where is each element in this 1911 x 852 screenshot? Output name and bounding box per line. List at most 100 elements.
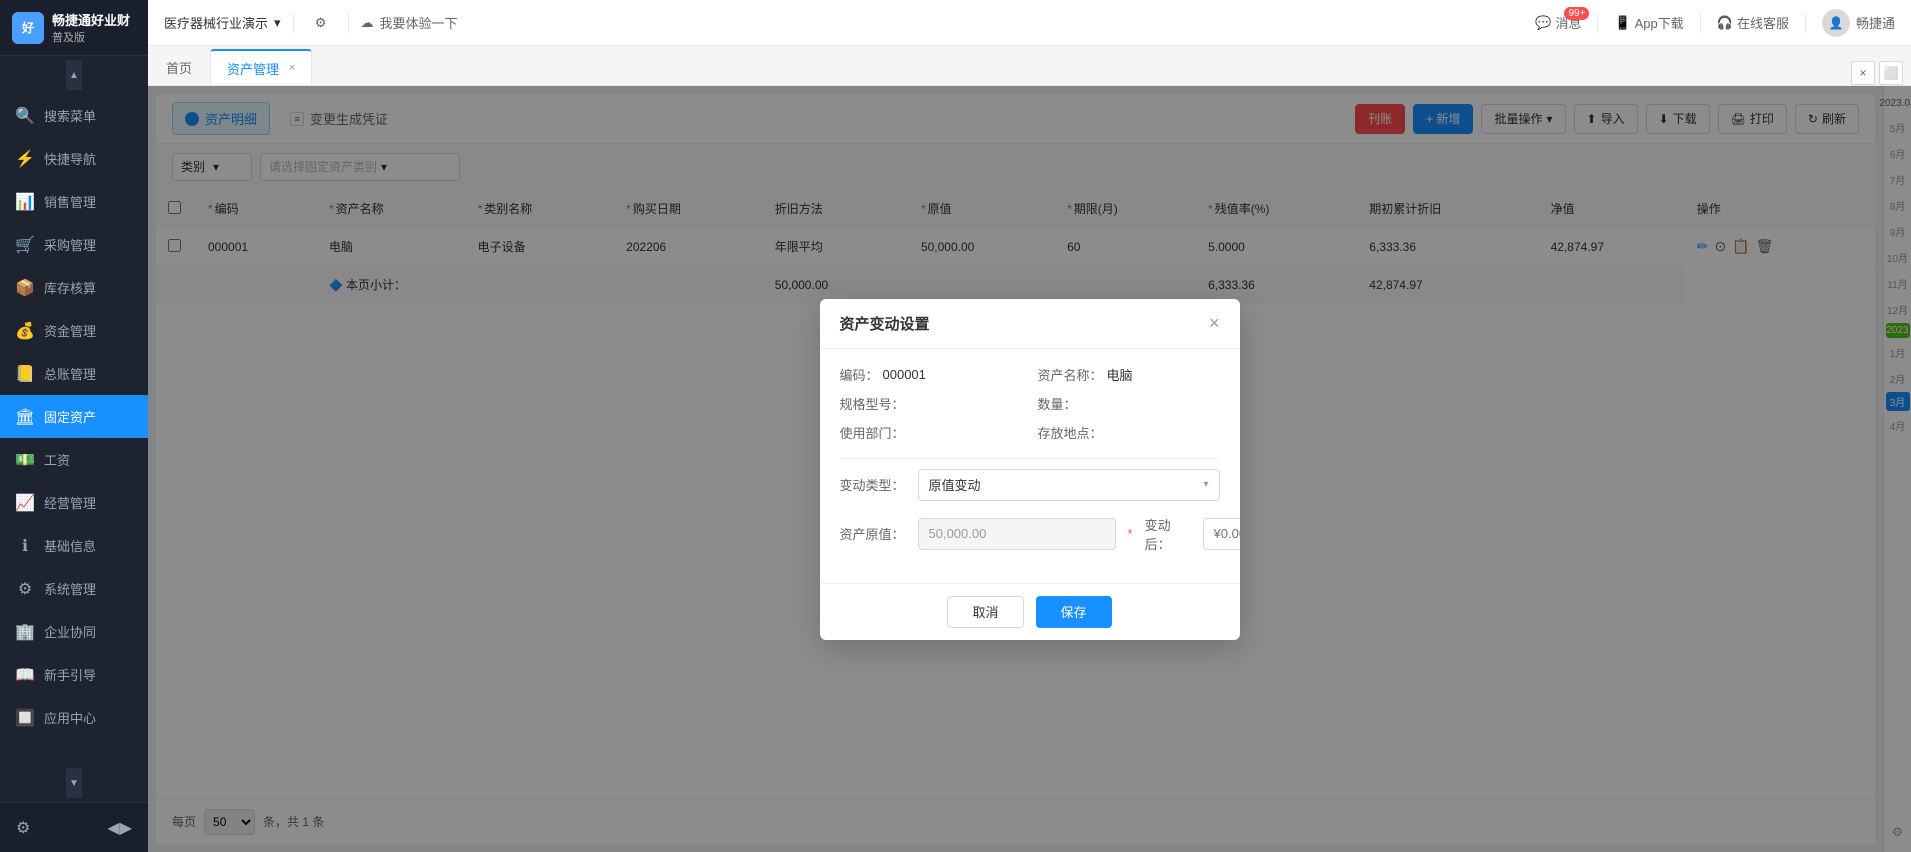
system-icon: ⚙ [16, 580, 34, 598]
online-service-btn[interactable]: 🎧 在线客服 [1717, 13, 1789, 32]
operation-icon: 📈 [16, 494, 34, 512]
tab-close-icon[interactable]: × [289, 62, 295, 74]
sidebar-item-payroll[interactable]: 💵 工资 [0, 438, 148, 481]
experience-text: 我要体验一下 [380, 13, 458, 32]
change-type-select[interactable]: 原值变动 ▾ [918, 469, 1220, 501]
app-download-icon: 📱 [1614, 15, 1630, 31]
guide-icon: 📖 [16, 666, 34, 684]
cancel-button[interactable]: 取消 [947, 596, 1023, 628]
service-icon: 🎧 [1717, 15, 1733, 31]
sidebar-item-sales[interactable]: 📊 销售管理 [0, 180, 148, 223]
spec-label: 规格型号： [840, 394, 905, 413]
code-label: 编码： [840, 365, 879, 384]
sidebar-nav: 🔍 搜索菜单 ⚡ 快捷导航 📊 销售管理 🛒 采购管理 📦 库存核算 💰 [0, 94, 148, 764]
message-icon: 💬 [1535, 15, 1551, 31]
settings-gear-icon[interactable]: ⚙ [16, 818, 30, 838]
modal-code-field: 编码： 000001 [840, 365, 1022, 384]
sidebar-item-inventory[interactable]: 📦 库存核算 [0, 266, 148, 309]
fixed-asset-icon: 🏛 [16, 408, 34, 426]
sidebar-item-enterprise[interactable]: 🏢 企业协同 [0, 610, 148, 653]
change-type-label: 变动类型： [840, 475, 910, 494]
app-download-btn[interactable]: 📱 App下载 [1614, 13, 1683, 32]
top-bar-divider-3 [1597, 13, 1598, 33]
sidebar-item-purchase[interactable]: 🛒 采购管理 [0, 223, 148, 266]
quantity-label: 数量： [1038, 394, 1077, 413]
inventory-icon: 📦 [16, 279, 34, 297]
tab-home[interactable]: 首页 [150, 49, 208, 85]
username: 畅捷通 [1856, 13, 1895, 32]
original-value-row: 资产原值： * 变动后： [840, 515, 1220, 553]
app-logo: 好 畅捷通好业财 普及版 [0, 0, 148, 56]
main-content: 医疗器械行业演示 ▾ ⚙ ☁ 我要体验一下 💬 消息 99+ 📱 App下载 [148, 0, 1911, 852]
after-value-input[interactable] [1203, 518, 1240, 550]
change-type-dropdown-icon: ▾ [1203, 479, 1208, 490]
tab-home-label: 首页 [166, 58, 192, 77]
sidebar-item-basic-info[interactable]: ℹ 基础信息 [0, 524, 148, 567]
code-value: 000001 [883, 367, 926, 382]
tab-controls: × ⬜ [1843, 61, 1911, 85]
original-value-input [918, 518, 1116, 550]
sidebar-item-ledger[interactable]: 📒 总账管理 [0, 352, 148, 395]
logo-text: 畅捷通好业财 普及版 [52, 10, 130, 45]
app-center-icon: 🔲 [16, 709, 34, 727]
top-bar-right: 💬 消息 99+ 📱 App下载 🎧 在线客服 👤 畅捷通 [1535, 9, 1895, 37]
sidebar-item-guide[interactable]: 📖 新手引导 [0, 653, 148, 696]
required-star: * [1128, 526, 1133, 541]
user-menu[interactable]: 👤 畅捷通 [1822, 9, 1895, 37]
modal-location-field: 存放地点： [1038, 423, 1220, 442]
scroll-up-btn[interactable]: ▲ [66, 60, 82, 90]
modal-info-grid: 编码： 000001 资产名称： 电脑 规格型号： [840, 365, 1220, 442]
sidebar: 好 畅捷通好业财 普及版 ▲ 🔍 搜索菜单 ⚡ 快捷导航 📊 销售管理 [0, 0, 148, 852]
purchase-icon: 🛒 [16, 236, 34, 254]
sales-icon: 📊 [16, 193, 34, 211]
page-content: 资产明细 ≡ 变更生成凭证 刊账 + 新增 批量 [148, 86, 1911, 852]
company-name: 医疗器械行业演示 [164, 13, 268, 32]
modal-body: 编码： 000001 资产名称： 电脑 规格型号： [820, 349, 1240, 583]
after-label: 变动后： [1145, 515, 1195, 553]
sidebar-item-system[interactable]: ⚙ 系统管理 [0, 567, 148, 610]
app-download-label: App下载 [1635, 13, 1684, 32]
modal-close-btn[interactable]: × [1209, 313, 1220, 334]
tab-minimize-btn[interactable]: × [1851, 61, 1875, 85]
save-button[interactable]: 保存 [1036, 596, 1112, 628]
settings-button[interactable]: ⚙ [306, 8, 336, 38]
cloud-icon: ☁ [361, 15, 374, 31]
change-type-row: 变动类型： 原值变动 ▾ [840, 469, 1220, 501]
notification-btn[interactable]: 💬 消息 99+ [1535, 13, 1581, 32]
top-bar-divider-2 [348, 13, 349, 33]
logo-icon: 好 [12, 12, 44, 44]
tab-asset-management[interactable]: 资产管理 × [210, 49, 312, 85]
modal-spec-field: 规格型号： [840, 394, 1022, 413]
sidebar-item-search[interactable]: 🔍 搜索菜单 [0, 94, 148, 137]
modal-quantity-field: 数量： [1038, 394, 1220, 413]
capital-icon: 💰 [16, 322, 34, 340]
collapse-sidebar-icon[interactable]: ◀▶ [107, 818, 132, 838]
location-label: 存放地点： [1038, 423, 1103, 442]
company-dropdown-icon: ▾ [274, 15, 281, 31]
company-selector[interactable]: 医疗器械行业演示 ▾ [164, 13, 281, 32]
sidebar-item-app-center[interactable]: 🔲 应用中心 [0, 696, 148, 739]
sidebar-item-fixed-asset[interactable]: 🏛 固定资产 [0, 395, 148, 438]
sidebar-item-operation[interactable]: 📈 经营管理 [0, 481, 148, 524]
quicknav-icon: ⚡ [16, 150, 34, 168]
service-label: 在线客服 [1737, 13, 1789, 32]
modal-dept-field: 使用部门： [840, 423, 1022, 442]
modal-name-field: 资产名称： 电脑 [1038, 365, 1220, 384]
modal-divider [840, 458, 1220, 459]
avatar: 👤 [1822, 9, 1850, 37]
asset-change-modal: 资产变动设置 × 编码： 000001 资产名称： 电脑 [820, 299, 1240, 640]
modal-overlay: 资产变动设置 × 编码： 000001 资产名称： 电脑 [148, 86, 1911, 852]
scroll-down-btn[interactable]: ▼ [66, 768, 82, 798]
sidebar-item-capital[interactable]: 💰 资金管理 [0, 309, 148, 352]
tab-asset-label: 资产管理 [227, 59, 279, 78]
modal-title: 资产变动设置 [840, 313, 930, 334]
name-label: 资产名称： [1038, 365, 1103, 384]
top-bar: 医疗器械行业演示 ▾ ⚙ ☁ 我要体验一下 💬 消息 99+ 📱 App下载 [148, 0, 1911, 46]
sidebar-bottom: ⚙ ◀▶ [0, 802, 148, 852]
sidebar-item-quicknav[interactable]: ⚡ 快捷导航 [0, 137, 148, 180]
original-value-label: 资产原值： [840, 524, 910, 543]
basic-info-icon: ℹ [16, 537, 34, 555]
tab-expand-btn[interactable]: ⬜ [1879, 61, 1903, 85]
top-bar-divider-5 [1805, 13, 1806, 33]
experience-link[interactable]: ☁ 我要体验一下 [361, 13, 458, 32]
